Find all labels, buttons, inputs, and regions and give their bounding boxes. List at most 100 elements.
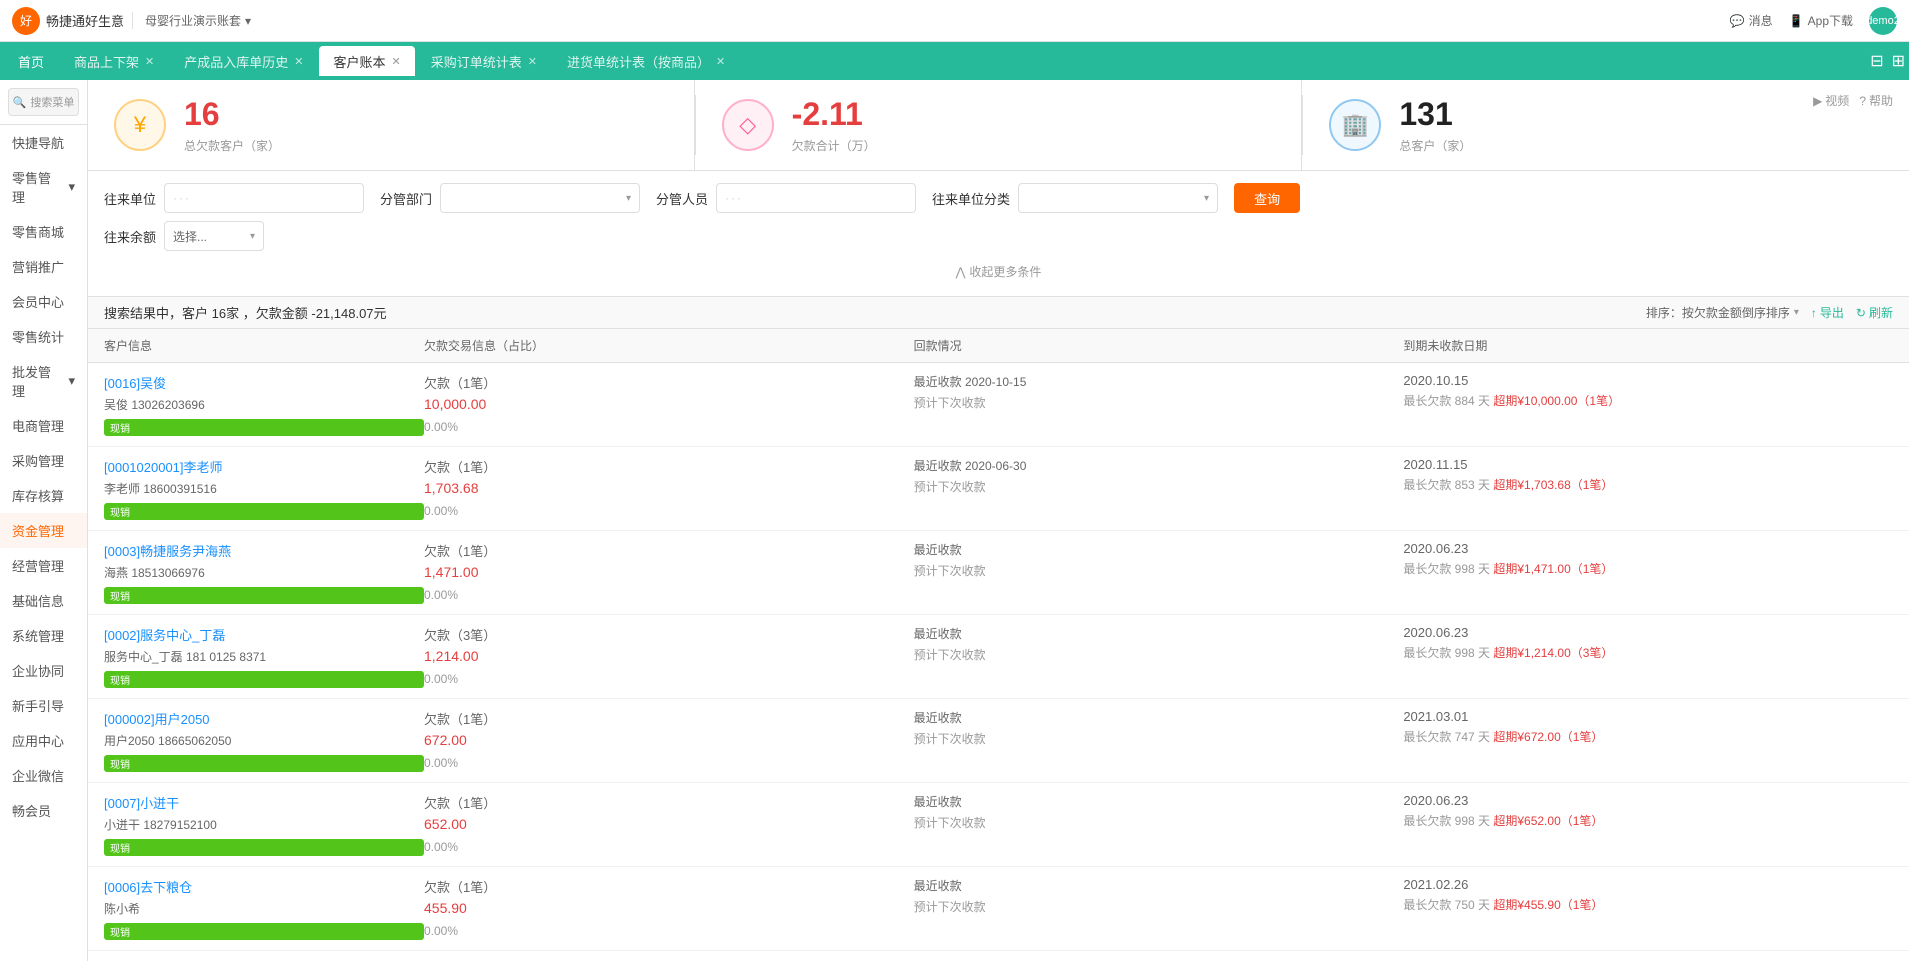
filter-dept: 分管部门 ▾	[380, 183, 640, 213]
sidebar-item-app-center[interactable]: 应用中心	[0, 723, 87, 758]
search-button[interactable]: 查询	[1234, 183, 1300, 213]
tab-inventory-stats-label: 进货单统计表（按商品）	[567, 52, 710, 71]
due-overdue-link-3[interactable]: 超期¥1,214.00（3笔）	[1493, 646, 1613, 660]
sidebar-member-plus-label: 畅会员	[12, 801, 51, 820]
sidebar-item-enterprise-wechat[interactable]: 企业微信	[0, 758, 87, 793]
tab-product-offline[interactable]: 商品上下架 ✕	[60, 46, 168, 76]
tab-inventory-stats-close-icon[interactable]: ✕	[716, 55, 725, 68]
customer-name-5[interactable]: [0007]小迸干	[104, 793, 424, 812]
debt-amount-6[interactable]: 455.90	[424, 900, 914, 916]
help-action-btn[interactable]: ? 帮助	[1859, 92, 1893, 109]
sort-select[interactable]: 排序：按欠款金额倒序排序 ▾	[1646, 304, 1799, 321]
customer-name-1[interactable]: [0001020001]李老师	[104, 457, 424, 476]
filter-collapse-btn[interactable]: ⋀ 收起更多条件	[104, 259, 1893, 284]
due-info-3: 2020.06.23 最长欠款 998 天 超期¥1,214.00（3笔）	[1403, 625, 1893, 661]
sidebar-item-retail-mall[interactable]: 零售商城	[0, 214, 87, 249]
due-overdue-link-6[interactable]: 超期¥455.90（1笔）	[1493, 898, 1603, 912]
due-overdue-3: 最长欠款 998 天 超期¥1,214.00（3笔）	[1403, 644, 1893, 661]
sidebar-item-retail-mgmt[interactable]: 零售管理 ▾	[0, 160, 87, 214]
debt-amount-1[interactable]: 1,703.68	[424, 480, 914, 496]
sidebar-item-operations-mgmt[interactable]: 经营管理	[0, 548, 87, 583]
customer-name-0[interactable]: [0016]吴俊	[104, 373, 424, 392]
tab-customer-account[interactable]: 客户账本 ✕	[319, 46, 414, 76]
top-bar-right: 💬 消息 📱 App下载 demo2	[1730, 7, 1897, 35]
due-overdue-6: 最长欠款 750 天 超期¥455.90（1笔）	[1403, 896, 1893, 913]
filter-manager: 分管人员 ···	[656, 183, 916, 213]
chevron-up-icon: ⋀	[956, 265, 966, 279]
due-overdue-link-1[interactable]: 超期¥1,703.68（1笔）	[1493, 478, 1613, 492]
video-action-btn[interactable]: ▶ 视频	[1813, 92, 1849, 109]
sidebar-item-retail-stats[interactable]: 零售统计	[0, 319, 87, 354]
filter-balance-select[interactable]: 选择... ▾	[164, 221, 264, 251]
due-date-0: 2020.10.15	[1403, 373, 1893, 388]
collection-next-4: 预计下次收款	[914, 730, 1404, 747]
tab-production-history[interactable]: 产成品入库单历史 ✕	[170, 46, 317, 76]
filter-source-unit-input[interactable]: ···	[164, 183, 364, 213]
table-row: [0006]去下粮仓 陈小希 现销 欠款（1笔） 455.90 0.00% 最近…	[88, 867, 1909, 951]
top-bar-left: 好 畅捷通好生意 母婴行业演示账套 ▾	[12, 7, 251, 35]
sidebar-item-marketing[interactable]: 营销推广	[0, 249, 87, 284]
tab-purchase-order-close-icon[interactable]: ✕	[528, 55, 537, 68]
results-text-middle: ，欠款金额	[243, 306, 308, 321]
sidebar-item-wholesale-mgmt[interactable]: 批发管理 ▾	[0, 354, 87, 408]
sidebar-item-nav[interactable]: 快捷导航	[0, 125, 87, 160]
debt-info-0: 欠款（1笔） 10,000.00 0.00%	[424, 373, 914, 434]
tab-customer-account-close-icon[interactable]: ✕	[392, 55, 401, 68]
filter-dept-select[interactable]: ▾	[440, 183, 640, 213]
sidebar-nav-label: 快捷导航	[12, 133, 64, 152]
stats-row: ¥ 16 总欠款客户（家） ◇ -2.11 欠款合计（万）	[88, 80, 1909, 171]
tab-product-offline-close-icon[interactable]: ✕	[145, 55, 154, 68]
customer-info-5: [0007]小迸干 小迸干 18279152100 现销	[104, 793, 424, 856]
filter-dept-chevron-icon: ▾	[626, 193, 631, 204]
export-btn[interactable]: ↑ 导出	[1811, 304, 1844, 321]
sidebar-item-member-center[interactable]: 会员中心	[0, 284, 87, 319]
company-chevron-icon: ▾	[245, 14, 251, 28]
sort-chevron-icon: ▾	[1794, 307, 1799, 318]
sidebar-item-system-mgmt[interactable]: 系统管理	[0, 618, 87, 653]
sidebar-item-ecommerce[interactable]: 电商管理	[0, 408, 87, 443]
due-overdue-link-4[interactable]: 超期¥672.00（1笔）	[1493, 730, 1603, 744]
app-download-btn[interactable]: 📱 App下载	[1789, 12, 1853, 29]
user-avatar[interactable]: demo2	[1869, 7, 1897, 35]
sidebar-item-enterprise-collab[interactable]: 企业协同	[0, 653, 87, 688]
debt-amount-0[interactable]: 10,000.00	[424, 396, 914, 412]
due-date-2: 2020.06.23	[1403, 541, 1893, 556]
refresh-btn[interactable]: ↻ 刷新	[1856, 304, 1893, 321]
sidebar-item-finance-mgmt[interactable]: 资金管理	[0, 513, 87, 548]
debt-amount-4[interactable]: 672.00	[424, 732, 914, 748]
sidebar-finance-mgmt-label: 资金管理	[12, 521, 64, 540]
sidebar-item-newbie-guide[interactable]: 新手引导	[0, 688, 87, 723]
message-btn[interactable]: 💬 消息	[1730, 12, 1773, 29]
due-overdue-link-0[interactable]: 超期¥10,000.00（1笔）	[1493, 394, 1620, 408]
customer-name-3[interactable]: [0002]服务中心_丁磊	[104, 625, 424, 644]
building-icon-circle: 🏢	[1329, 99, 1381, 151]
stat-card-debt-customers: ¥ 16 总欠款客户（家）	[88, 80, 695, 170]
sidebar-item-inventory-accounting[interactable]: 库存核算	[0, 478, 87, 513]
customer-name-6[interactable]: [0006]去下粮仓	[104, 877, 424, 896]
sidebar-inventory-accounting-label: 库存核算	[12, 486, 64, 505]
debt-amount-5[interactable]: 652.00	[424, 816, 914, 832]
filter-unit-category-select[interactable]: ▾	[1018, 183, 1218, 213]
customer-name-2[interactable]: [0003]畅捷服务尹海燕	[104, 541, 424, 560]
sidebar-search-btn[interactable]: 🔍 搜索菜单	[8, 88, 79, 116]
filter-source-unit-label: 往来单位	[104, 189, 156, 208]
tab-customer-account-label: 客户账本	[333, 52, 385, 71]
debt-amount-3[interactable]: 1,214.00	[424, 648, 914, 664]
tab-inventory-stats[interactable]: 进货单统计表（按商品） ✕	[553, 46, 739, 76]
tab-purchase-order-label: 采购订单统计表	[431, 52, 522, 71]
sidebar-item-purchase-mgmt[interactable]: 采购管理	[0, 443, 87, 478]
customer-name-4[interactable]: [000002]用户2050	[104, 709, 424, 728]
sidebar-item-basic-info[interactable]: 基础信息	[0, 583, 87, 618]
tabs-minimize-icon[interactable]: ⊟	[1870, 51, 1883, 71]
due-overdue-1: 最长欠款 853 天 超期¥1,703.68（1笔）	[1403, 476, 1893, 493]
tab-home[interactable]: 首页	[4, 46, 58, 76]
filter-manager-input[interactable]: ···	[716, 183, 916, 213]
company-selector[interactable]: 母婴行业演示账套 ▾	[132, 12, 251, 29]
tabs-maximize-icon[interactable]: ⊞	[1892, 51, 1905, 71]
debt-amount-2[interactable]: 1,471.00	[424, 564, 914, 580]
sidebar-item-member-plus[interactable]: 畅会员	[0, 793, 87, 828]
due-overdue-link-2[interactable]: 超期¥1,471.00（1笔）	[1493, 562, 1613, 576]
tab-production-history-close-icon[interactable]: ✕	[294, 55, 303, 68]
tab-purchase-order[interactable]: 采购订单统计表 ✕	[417, 46, 551, 76]
due-overdue-link-5[interactable]: 超期¥652.00（1笔）	[1493, 814, 1603, 828]
